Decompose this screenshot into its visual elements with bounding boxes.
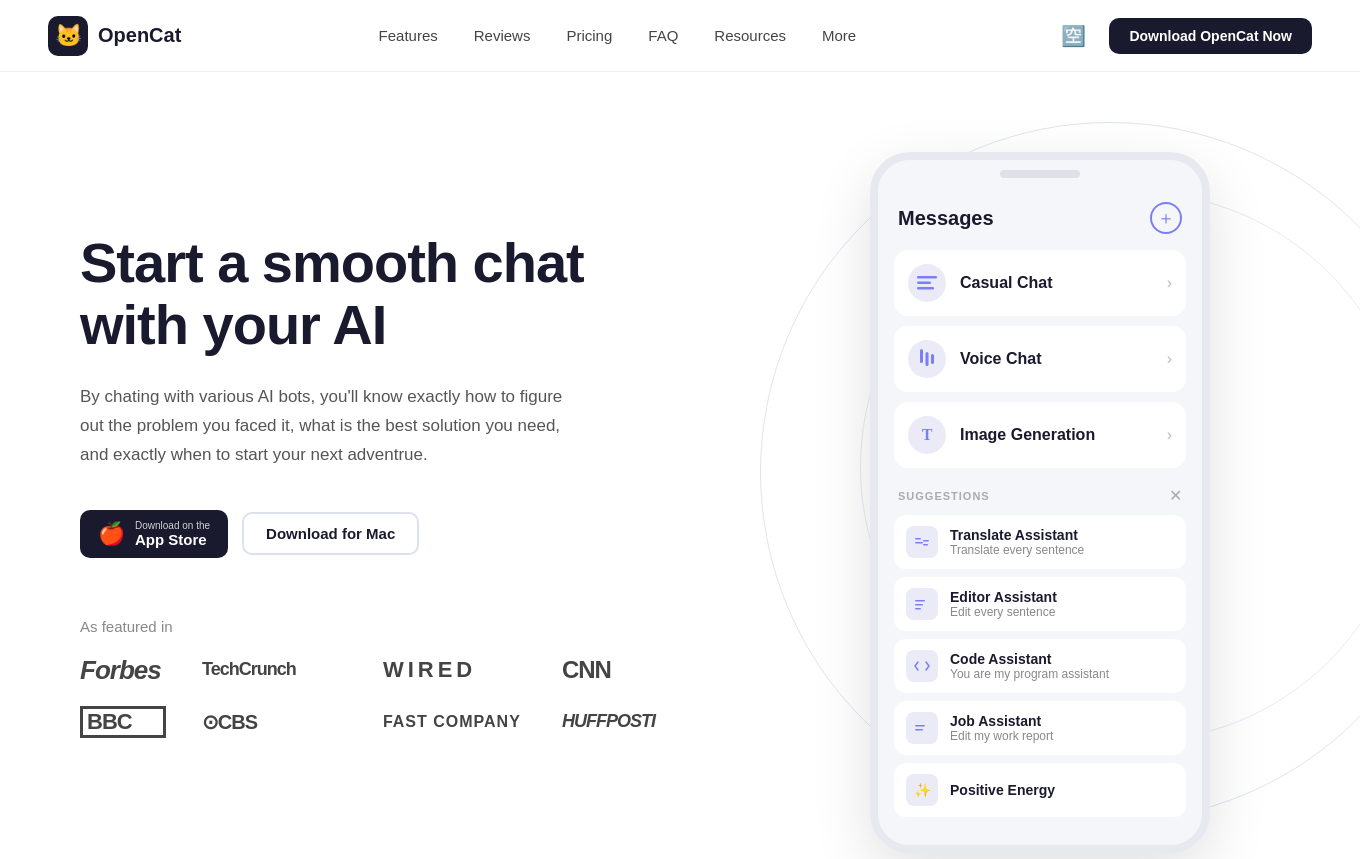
hero-title: Start a smooth chat with your AI (80, 232, 660, 355)
svg-rect-1 (917, 276, 937, 279)
nav-item-more[interactable]: More (822, 27, 856, 44)
chevron-right-icon-voice: › (1167, 350, 1172, 368)
svg-rect-9 (923, 540, 929, 542)
suggestion-icon-job (906, 712, 938, 744)
suggestion-desc-editor: Edit every sentence (950, 605, 1174, 619)
suggestion-title-job: Job Assistant (950, 713, 1174, 729)
phone-notch (1000, 170, 1080, 178)
suggestion-title-code: Code Assistant (950, 651, 1174, 667)
suggestion-title-energy: Positive Energy (950, 782, 1174, 798)
phone-mockup: Messages ＋ Casual Chat › (870, 152, 1210, 853)
appstore-label-small: Download on the (135, 520, 210, 531)
suggestion-icon-editor (906, 588, 938, 620)
svg-rect-3 (917, 287, 934, 290)
download-opencat-button[interactable]: Download OpenCat Now (1109, 18, 1312, 54)
download-mac-button[interactable]: Download for Mac (242, 512, 419, 555)
appstore-label-big: App Store (135, 531, 210, 548)
hero-section: Start a smooth chat with your AI By chat… (0, 72, 1360, 859)
logo[interactable]: 🐱 OpenCat (48, 16, 181, 56)
nav-item-reviews[interactable]: Reviews (474, 27, 531, 44)
svg-text:TechCrunch: TechCrunch (202, 659, 296, 679)
svg-rect-5 (926, 352, 929, 366)
logo-cnn: CNN (562, 656, 660, 684)
svg-rect-4 (920, 349, 923, 363)
featured-label: As featured in (80, 618, 660, 635)
chat-name-image: Image Generation (960, 426, 1167, 444)
suggestion-desc-translate: Translate every sentence (950, 543, 1174, 557)
nav-links: Features Reviews Pricing FAQ Resources M… (379, 27, 857, 45)
svg-rect-6 (931, 354, 934, 364)
language-icon: 🈳 (1061, 24, 1086, 48)
suggestions-header: SUGGESTIONS ✕ (894, 478, 1186, 515)
appstore-button[interactable]: 🍎 Download on the App Store (80, 510, 228, 558)
logo-text: OpenCat (98, 24, 181, 47)
hero-cta: 🍎 Download on the App Store Download for… (80, 510, 660, 558)
chevron-right-icon-casual: › (1167, 274, 1172, 292)
chat-row-casual[interactable]: Casual Chat › (894, 250, 1186, 316)
suggestion-desc-code: You are my program assistant (950, 667, 1174, 681)
suggestion-editor[interactable]: Editor Assistant Edit every sentence (894, 577, 1186, 631)
logo-wired: WIRED (383, 657, 526, 683)
featured-logos: Forbes TechCrunch WIRED CNN BBC ⊙CBS FAS… (80, 655, 660, 738)
hero-description: By chating with various AI bots, you'll … (80, 383, 580, 470)
svg-rect-7 (915, 538, 921, 540)
suggestions-close-button[interactable]: ✕ (1169, 486, 1182, 505)
suggestion-translate[interactable]: Translate Assistant Translate every sent… (894, 515, 1186, 569)
chat-icon-voice (908, 340, 946, 378)
suggestions-label: SUGGESTIONS (898, 490, 990, 502)
svg-rect-15 (915, 729, 923, 731)
logo-techcrunch: TechCrunch (202, 657, 347, 684)
phone-add-button[interactable]: ＋ (1150, 202, 1182, 234)
chat-row-image[interactable]: T Image Generation › (894, 402, 1186, 468)
language-switcher-button[interactable]: 🈳 (1053, 16, 1093, 56)
suggestion-icon-energy: ✨ (906, 774, 938, 806)
chat-name-voice: Voice Chat (960, 350, 1167, 368)
svg-rect-14 (915, 725, 925, 727)
phone-mockup-container: Messages ＋ Casual Chat › (870, 152, 1240, 853)
nav-item-faq[interactable]: FAQ (648, 27, 678, 44)
logo-fastcompany: FAST COMPANY (383, 713, 526, 731)
suggestion-code[interactable]: Code Assistant You are my program assist… (894, 639, 1186, 693)
suggestion-energy[interactable]: ✨ Positive Energy (894, 763, 1186, 817)
suggestion-desc-job: Edit my work report (950, 729, 1174, 743)
svg-rect-10 (923, 544, 928, 546)
nav-right: 🈳 Download OpenCat Now (1053, 16, 1312, 56)
svg-rect-11 (915, 600, 925, 602)
suggestion-icon-translate (906, 526, 938, 558)
nav-item-resources[interactable]: Resources (714, 27, 786, 44)
phone-screen: Messages ＋ Casual Chat › (878, 178, 1202, 845)
logo-huffpost: HUFFPOSTI (562, 711, 660, 732)
suggestion-title-editor: Editor Assistant (950, 589, 1174, 605)
chat-icon-casual (908, 264, 946, 302)
svg-rect-8 (915, 542, 923, 544)
svg-rect-12 (915, 604, 923, 606)
chat-icon-image: T (908, 416, 946, 454)
logo-bbc: BBC (80, 706, 166, 738)
apple-icon: 🍎 (98, 521, 125, 547)
chat-name-casual: Casual Chat (960, 274, 1167, 292)
hero-left: Start a smooth chat with your AI By chat… (80, 152, 660, 738)
techcrunch-svg: TechCrunch (202, 657, 342, 679)
svg-rect-2 (917, 282, 931, 285)
phone-messages-title: Messages (898, 207, 994, 230)
suggestion-job[interactable]: Job Assistant Edit my work report (894, 701, 1186, 755)
logo-icon: 🐱 (48, 16, 88, 56)
navbar: 🐱 OpenCat Features Reviews Pricing FAQ R… (0, 0, 1360, 72)
logo-forbes: Forbes (80, 655, 166, 686)
suggestion-title-translate: Translate Assistant (950, 527, 1174, 543)
phone-header: Messages ＋ (894, 194, 1186, 250)
suggestion-icon-code (906, 650, 938, 682)
chevron-right-icon-image: › (1167, 426, 1172, 444)
chat-row-voice[interactable]: Voice Chat › (894, 326, 1186, 392)
logo-cbs: ⊙CBS (202, 710, 347, 734)
svg-rect-13 (915, 608, 921, 610)
featured-section: As featured in Forbes TechCrunch WIRED C… (80, 618, 660, 738)
nav-item-pricing[interactable]: Pricing (566, 27, 612, 44)
nav-item-features[interactable]: Features (379, 27, 438, 44)
